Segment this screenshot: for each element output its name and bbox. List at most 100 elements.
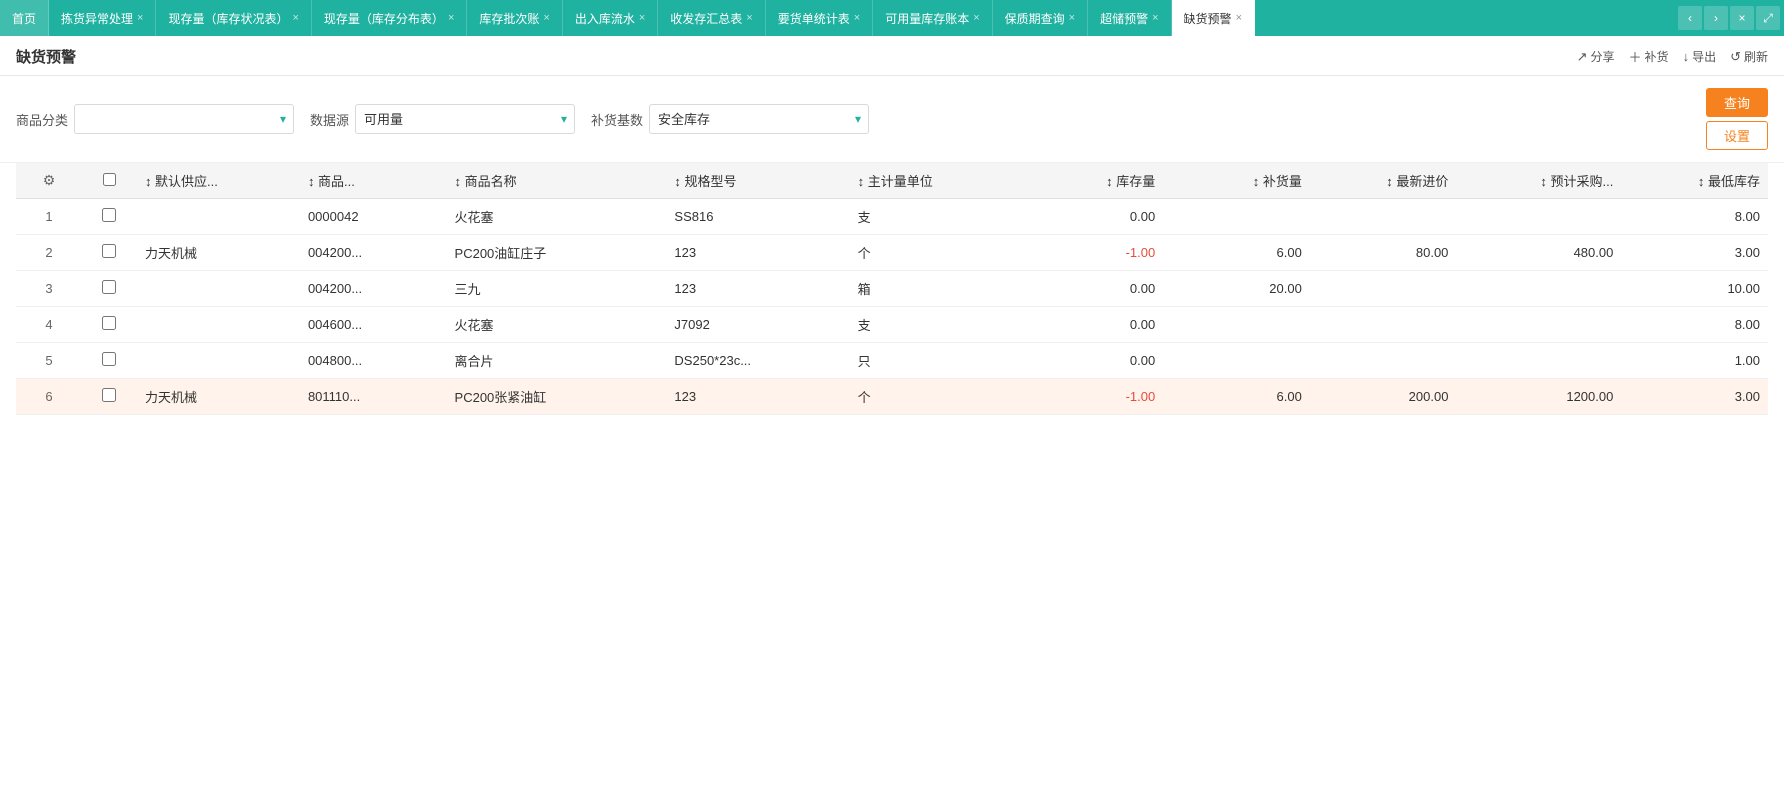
- row-spec: DS250*23c...: [666, 343, 849, 379]
- tab-stock-status[interactable]: 现存量（库存状况表） ×: [156, 0, 311, 36]
- tab-fullscreen[interactable]: ⤢: [1756, 6, 1780, 30]
- row-checkbox[interactable]: [102, 280, 116, 294]
- tab-overstock[interactable]: 超储预警 ×: [1088, 0, 1171, 36]
- tab-demand[interactable]: 要货单统计表 ×: [766, 0, 873, 36]
- th-name-label: ↕ 商品名称: [455, 174, 517, 189]
- row-stock: -1.00: [1017, 235, 1164, 271]
- row-replenish: 6.00: [1163, 379, 1310, 415]
- tab-stock-dist-close[interactable]: ×: [448, 12, 454, 24]
- tab-batch-close[interactable]: ×: [543, 12, 549, 24]
- tab-inout-flow-close[interactable]: ×: [639, 12, 645, 24]
- th-replenish-label: ↕ 补货量: [1253, 174, 1302, 189]
- tab-home[interactable]: 首页: [0, 0, 49, 36]
- replenish-label: 补货: [1645, 48, 1669, 65]
- select-all-checkbox[interactable]: [103, 173, 116, 186]
- share-action[interactable]: ↗ 分享: [1577, 48, 1615, 65]
- th-supplier[interactable]: ↕ 默认供应...: [137, 163, 300, 199]
- replenish-base-filter-group: 补货基数 安全库存: [591, 104, 869, 134]
- row-checkbox[interactable]: [102, 388, 116, 402]
- row-stock: -1.00: [1017, 379, 1164, 415]
- replenish-action[interactable]: ＋ 补货: [1629, 47, 1669, 66]
- tab-available[interactable]: 可用量库存账本 ×: [873, 0, 992, 36]
- export-label: 导出: [1692, 48, 1716, 65]
- settings-button[interactable]: 设置: [1706, 121, 1768, 150]
- table-header-row: ⚙ ↕ 默认供应... ↕ 商品... ↕ 商品名称 ↕: [16, 163, 1768, 199]
- tab-scroll-right[interactable]: ›: [1704, 6, 1728, 30]
- th-spec[interactable]: ↕ 规格型号: [666, 163, 849, 199]
- th-checkbox[interactable]: [82, 163, 137, 199]
- th-unit[interactable]: ↕ 主计量单位: [850, 163, 1017, 199]
- tab-available-close[interactable]: ×: [973, 12, 979, 24]
- tab-expiry-close[interactable]: ×: [1069, 12, 1075, 24]
- replenish-base-select[interactable]: 安全库存: [649, 104, 869, 134]
- th-stock-label: ↕ 库存量: [1106, 174, 1155, 189]
- export-action[interactable]: ↓ 导出: [1683, 48, 1717, 65]
- th-est-purchase[interactable]: ↕ 预计采购...: [1456, 163, 1621, 199]
- row-spec: 123: [666, 379, 849, 415]
- row-min-stock: 10.00: [1621, 271, 1768, 307]
- tab-overstock-close[interactable]: ×: [1152, 12, 1158, 24]
- query-button[interactable]: 查询: [1706, 88, 1768, 117]
- row-stock: 0.00: [1017, 343, 1164, 379]
- datasource-filter-label: 数据源: [310, 110, 349, 129]
- row-checkbox-cell: [82, 199, 137, 235]
- row-unit: 只: [850, 343, 1017, 379]
- row-index: 6: [16, 379, 82, 415]
- th-replenish[interactable]: ↕ 补货量: [1163, 163, 1310, 199]
- tab-abnormal[interactable]: 拣货异常处理 ×: [49, 0, 156, 36]
- row-name: 火花塞: [447, 307, 667, 343]
- th-stock[interactable]: ↕ 库存量: [1017, 163, 1164, 199]
- row-code: 004200...: [300, 271, 447, 307]
- tab-batch[interactable]: 库存批次账 ×: [467, 0, 562, 36]
- row-name: 离合片: [447, 343, 667, 379]
- refresh-label: 刷新: [1744, 48, 1768, 65]
- row-checkbox[interactable]: [102, 208, 116, 222]
- row-spec: SS816: [666, 199, 849, 235]
- tab-abnormal-close[interactable]: ×: [137, 12, 143, 24]
- category-select[interactable]: [74, 104, 294, 134]
- category-filter-label: 商品分类: [16, 110, 68, 129]
- page-title: 缺货预警: [16, 46, 76, 67]
- row-latest-price: [1310, 199, 1457, 235]
- page-header: 缺货预警 ↗ 分享 ＋ 补货 ↓ 导出 ↺ 刷新: [0, 36, 1784, 76]
- row-checkbox-cell: [82, 235, 137, 271]
- th-min-stock[interactable]: ↕ 最低库存: [1621, 163, 1768, 199]
- th-code[interactable]: ↕ 商品...: [300, 163, 447, 199]
- tab-scroll-left[interactable]: ‹: [1678, 6, 1702, 30]
- datasource-select-wrapper: 可用量: [355, 104, 575, 134]
- row-latest-price: 80.00: [1310, 235, 1457, 271]
- tab-inout-flow[interactable]: 出入库流水 ×: [563, 0, 658, 36]
- tab-collect[interactable]: 收发存汇总表 ×: [658, 0, 765, 36]
- page-content: 缺货预警 ↗ 分享 ＋ 补货 ↓ 导出 ↺ 刷新 商品分类: [0, 36, 1784, 796]
- tab-expiry[interactable]: 保质期查询 ×: [993, 0, 1088, 36]
- row-name: PC200油缸庄子: [447, 235, 667, 271]
- row-checkbox[interactable]: [102, 244, 116, 258]
- th-latest-price[interactable]: ↕ 最新进价: [1310, 163, 1457, 199]
- row-checkbox-cell: [82, 307, 137, 343]
- tab-stock-dist[interactable]: 现存量（库存分布表） ×: [312, 0, 467, 36]
- row-replenish: 6.00: [1163, 235, 1310, 271]
- row-name: PC200张紧油缸: [447, 379, 667, 415]
- column-settings-icon[interactable]: ⚙: [43, 172, 56, 188]
- refresh-action[interactable]: ↺ 刷新: [1730, 48, 1768, 65]
- row-latest-price: [1310, 343, 1457, 379]
- tab-shortage[interactable]: 缺货预警 ×: [1172, 0, 1255, 36]
- table-row: 3004200...三九123箱0.0020.0010.00: [16, 271, 1768, 307]
- row-min-stock: 8.00: [1621, 307, 1768, 343]
- replenish-icon: ＋: [1629, 47, 1642, 66]
- tab-collect-close[interactable]: ×: [746, 12, 752, 24]
- datasource-select[interactable]: 可用量: [355, 104, 575, 134]
- tab-shortage-close[interactable]: ×: [1236, 12, 1242, 24]
- row-checkbox[interactable]: [102, 352, 116, 366]
- th-name[interactable]: ↕ 商品名称: [447, 163, 667, 199]
- tab-stock-status-close[interactable]: ×: [292, 12, 298, 24]
- row-checkbox[interactable]: [102, 316, 116, 330]
- row-unit: 支: [850, 307, 1017, 343]
- replenish-base-select-wrapper: 安全库存: [649, 104, 869, 134]
- table-row: 4004600...火花塞J7092支0.008.00: [16, 307, 1768, 343]
- tab-demand-close[interactable]: ×: [854, 12, 860, 24]
- tab-close-all[interactable]: ×: [1730, 6, 1754, 30]
- row-latest-price: [1310, 307, 1457, 343]
- th-settings[interactable]: ⚙: [16, 163, 82, 199]
- th-est-purchase-label: ↕ 预计采购...: [1540, 174, 1613, 189]
